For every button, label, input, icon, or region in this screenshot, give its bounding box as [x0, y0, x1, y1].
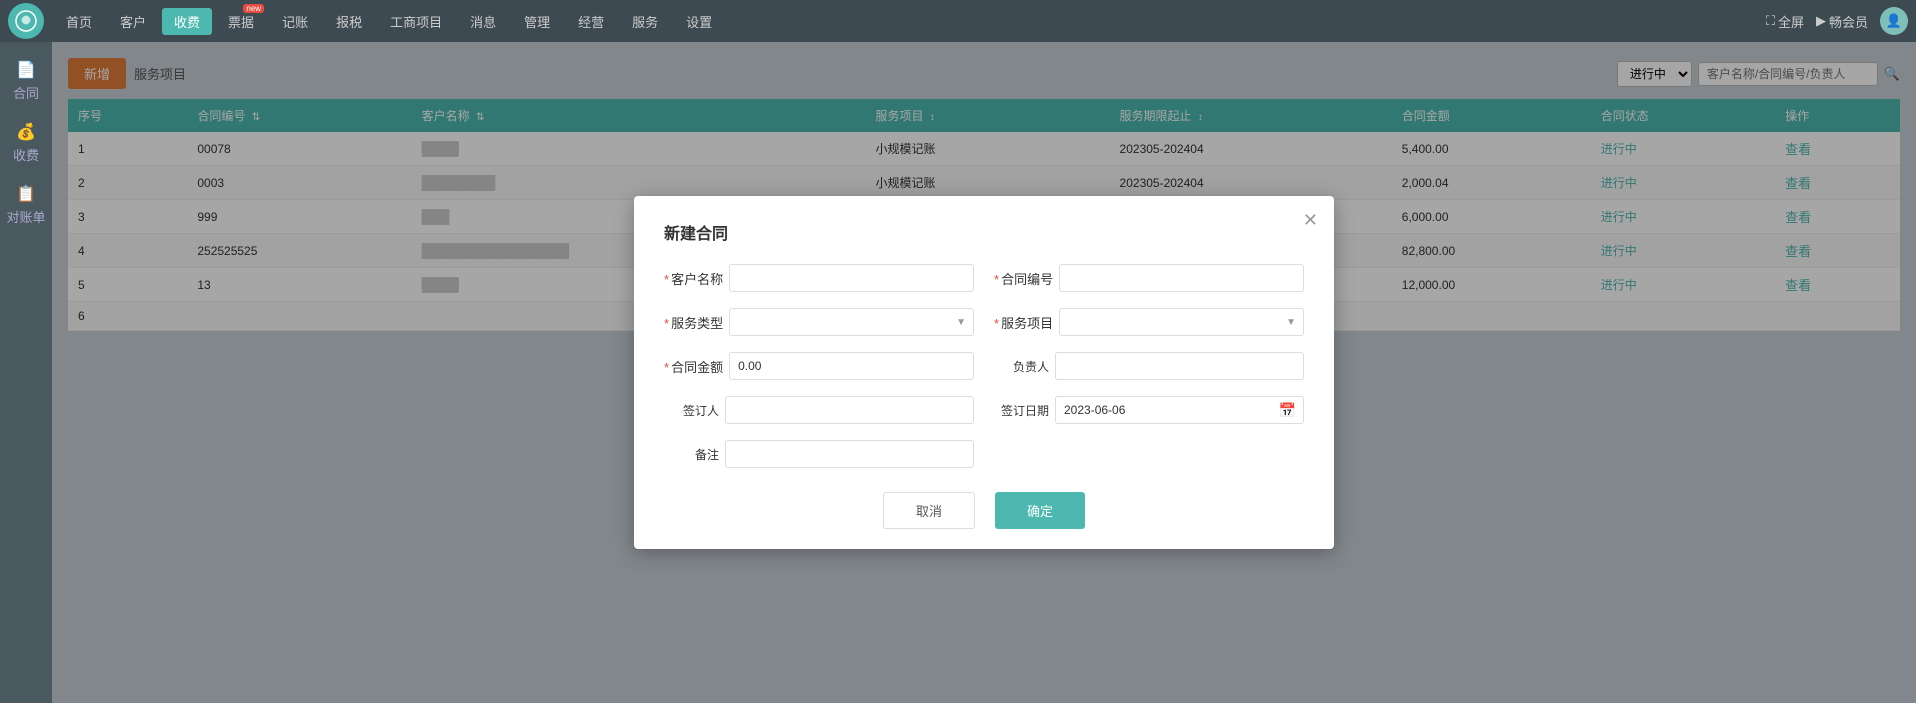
billing-icon: 💰	[16, 122, 36, 142]
service-item-select[interactable]	[1059, 308, 1304, 336]
nav-business[interactable]: 工商项目	[378, 8, 454, 35]
avatar[interactable]: 👤	[1880, 7, 1908, 35]
nav-customer[interactable]: 客户	[108, 8, 158, 35]
fullscreen-icon: ⛶	[1766, 13, 1775, 29]
nav-invoice[interactable]: 票据 new	[216, 8, 266, 35]
nav-menu: 首页 客户 收费 票据 new 记账 报税 工商项目 消息 管理 经营 服务 设…	[54, 8, 1766, 35]
form-group-amount: *合同金额	[664, 352, 974, 380]
play-icon: ▶	[1816, 13, 1826, 29]
cancel-button[interactable]: 取消	[883, 492, 975, 529]
nav-accounting[interactable]: 记账	[270, 8, 320, 35]
responsible-input[interactable]	[1055, 352, 1304, 380]
new-contract-modal: ✕ 新建合同 *客户名称 *合同编号	[634, 196, 1334, 549]
sidebar: 📄 合同 💰 收费 📋 对账单	[0, 42, 52, 703]
customer-name-input[interactable]	[729, 264, 974, 292]
form-row-4: 签订人 签订日期 📅	[664, 396, 1304, 424]
amount-input[interactable]	[729, 352, 974, 380]
service-type-select[interactable]	[729, 308, 974, 336]
nav-settings[interactable]: 设置	[674, 8, 724, 35]
sidebar-item-contract[interactable]: 📄 合同	[2, 52, 50, 110]
form-group-service-type: *服务类型 ▼	[664, 308, 974, 336]
service-type-label: *服务类型	[664, 313, 723, 332]
reconciliation-icon: 📋	[16, 184, 36, 204]
top-navigation: 首页 客户 收费 票据 new 记账 报税 工商项目 消息 管理 经营 服务 设…	[0, 0, 1916, 42]
nav-billing[interactable]: 收费	[162, 8, 212, 35]
member-button[interactable]: ▶ 畅会员	[1816, 12, 1868, 31]
confirm-button[interactable]: 确定	[995, 492, 1085, 529]
nav-tax[interactable]: 报税	[324, 8, 374, 35]
service-item-select-wrapper: ▼	[1059, 308, 1304, 336]
service-type-select-wrapper: ▼	[729, 308, 974, 336]
sign-date-input[interactable]	[1055, 396, 1304, 424]
nav-service[interactable]: 服务	[620, 8, 670, 35]
contract-no-input[interactable]	[1059, 264, 1304, 292]
form-group-contract-no: *合同编号	[994, 264, 1304, 292]
fullscreen-button[interactable]: ⛶ 全屏	[1766, 12, 1804, 31]
form-row-3: *合同金额 负责人	[664, 352, 1304, 380]
modal-close-button[interactable]: ✕	[1303, 210, 1318, 231]
form-group-sign-date: 签订日期 📅	[994, 396, 1304, 424]
form-group-responsible: 负责人	[994, 352, 1304, 380]
remark-input[interactable]	[725, 440, 974, 468]
modal-overlay: ✕ 新建合同 *客户名称 *合同编号	[52, 42, 1916, 703]
sign-date-wrapper: 📅	[1055, 396, 1304, 424]
signer-label: 签订人	[664, 402, 719, 419]
customer-name-label: *客户名称	[664, 269, 723, 288]
modal-title: 新建合同	[664, 220, 1304, 244]
remark-label: 备注	[664, 446, 719, 463]
nav-message[interactable]: 消息	[458, 8, 508, 35]
amount-label: *合同金额	[664, 357, 723, 376]
new-badge: new	[243, 4, 264, 13]
nav-home[interactable]: 首页	[54, 8, 104, 35]
form-row-1: *客户名称 *合同编号	[664, 264, 1304, 292]
responsible-label: 负责人	[994, 358, 1049, 375]
form-group-service-item: *服务项目 ▼	[994, 308, 1304, 336]
app-logo	[8, 3, 44, 39]
form-group-customer-name: *客户名称	[664, 264, 974, 292]
modal-footer: 取消 确定	[664, 492, 1304, 529]
service-item-label: *服务项目	[994, 313, 1053, 332]
form-group-remark: 备注	[664, 440, 974, 468]
main-layout: 📄 合同 💰 收费 📋 对账单 新增 服务项目 进行中 已结束 全部 🔍	[0, 42, 1916, 703]
nav-operation[interactable]: 经营	[566, 8, 616, 35]
nav-manage[interactable]: 管理	[512, 8, 562, 35]
sidebar-item-billing[interactable]: 💰 收费	[2, 114, 50, 172]
nav-right-actions: ⛶ 全屏 ▶ 畅会员 👤	[1766, 7, 1908, 35]
sidebar-item-reconciliation[interactable]: 📋 对账单	[2, 176, 50, 234]
signer-input[interactable]	[725, 396, 974, 424]
contract-no-label: *合同编号	[994, 269, 1053, 288]
content-area: 新增 服务项目 进行中 已结束 全部 🔍 序号 合同编号 ⇅ 客户名称 ⇅ 服务…	[52, 42, 1916, 703]
sign-date-label: 签订日期	[994, 402, 1049, 419]
form-row-5: 备注	[664, 440, 1304, 468]
form-group-signer: 签订人	[664, 396, 974, 424]
contract-icon: 📄	[16, 60, 36, 80]
form-row-2: *服务类型 ▼ *服务项目 ▼	[664, 308, 1304, 336]
